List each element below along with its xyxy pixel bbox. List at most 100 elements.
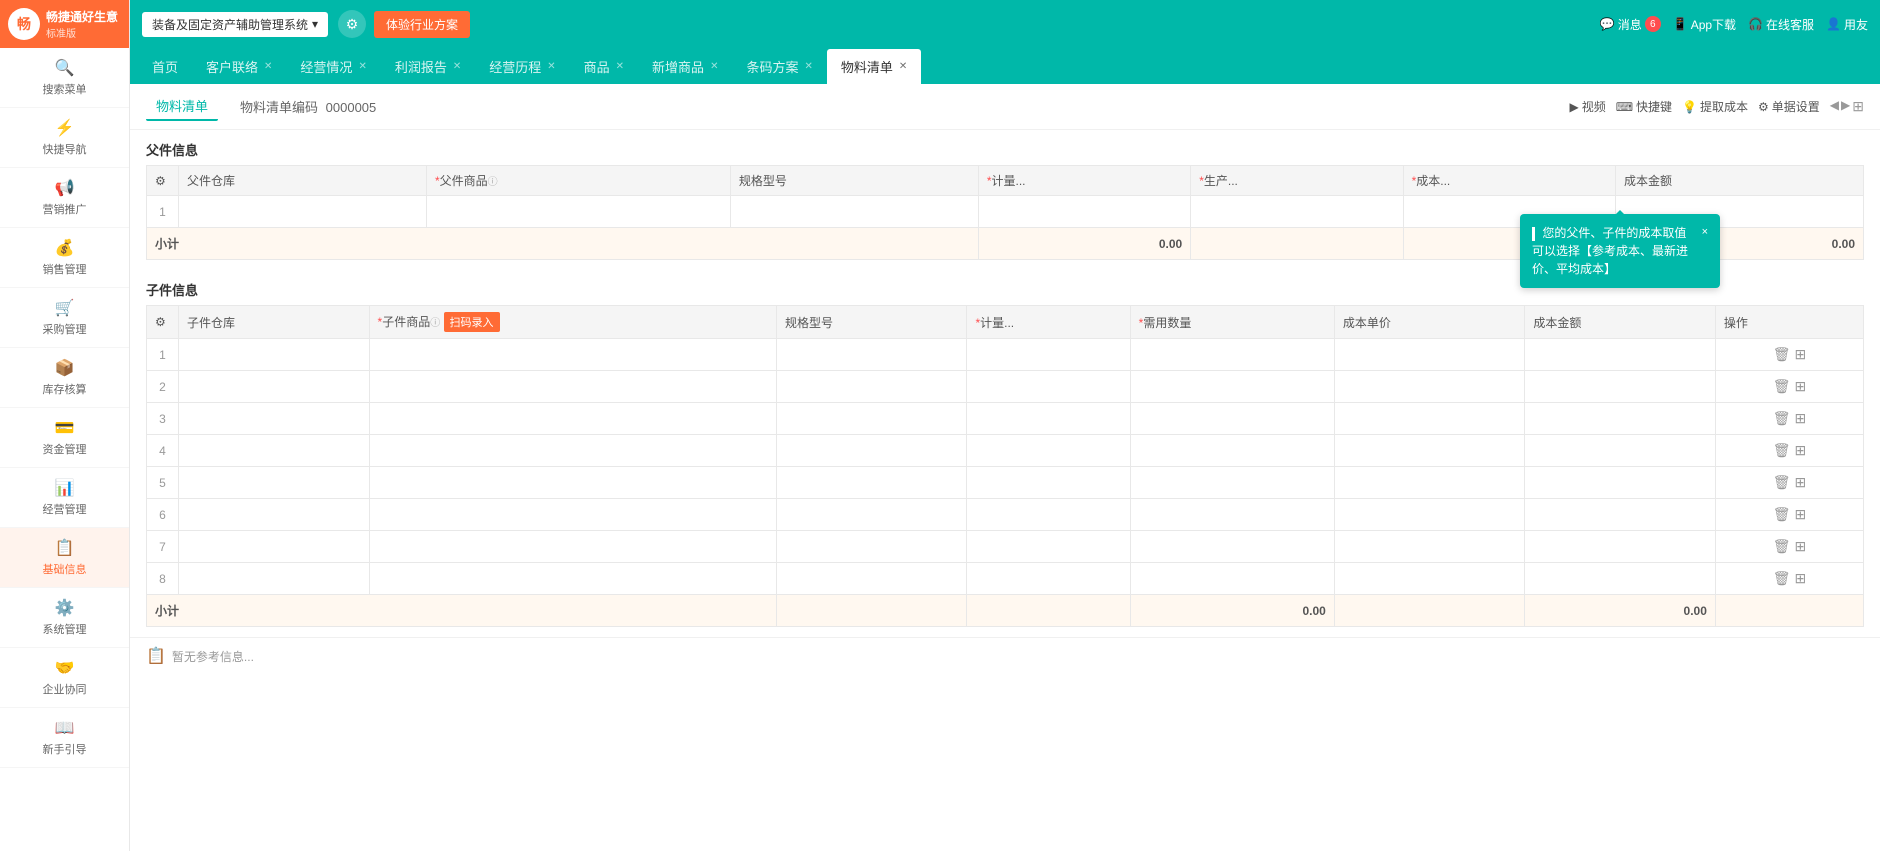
child-row-7-unit-cost[interactable] xyxy=(1334,531,1525,563)
app-download-button[interactable]: 📱 App下载 xyxy=(1673,16,1736,33)
child-row-5-unit[interactable] xyxy=(967,467,1130,499)
parent-warehouse-cell[interactable] xyxy=(179,196,427,228)
child-row-1-goods[interactable] xyxy=(369,339,776,371)
tab-barcode-close[interactable]: ✕ xyxy=(804,61,812,72)
child-row-1-unit-cost[interactable] xyxy=(1334,339,1525,371)
child-row-8-spec[interactable] xyxy=(776,563,967,595)
delete-icon-row8[interactable]: 🗑 xyxy=(1773,570,1791,587)
copy-icon-row5[interactable]: ⊞ xyxy=(1794,474,1806,491)
child-row-2-unit[interactable] xyxy=(967,371,1130,403)
child-row-2-unit-cost[interactable] xyxy=(1334,371,1525,403)
child-row-2-quantity[interactable] xyxy=(1130,371,1334,403)
child-row-3-unit[interactable] xyxy=(967,403,1130,435)
sidebar-item-operations[interactable]: 📊 经营管理 xyxy=(0,468,129,528)
child-row-6-unit[interactable] xyxy=(967,499,1130,531)
child-row-4-warehouse[interactable] xyxy=(179,435,370,467)
delete-icon-row6[interactable]: 🗑 xyxy=(1773,506,1791,523)
child-row-4-goods[interactable] xyxy=(369,435,776,467)
copy-icon-row4[interactable]: ⊞ xyxy=(1794,442,1806,459)
child-row-8-unit-cost[interactable] xyxy=(1334,563,1525,595)
delete-icon-row1[interactable]: 🗑 xyxy=(1773,346,1791,363)
child-row-5-quantity[interactable] xyxy=(1130,467,1334,499)
sidebar-item-inventory[interactable]: 📦 库存核算 xyxy=(0,348,129,408)
sidebar-item-system[interactable]: ⚙️ 系统管理 xyxy=(0,588,129,648)
child-row-7-warehouse[interactable] xyxy=(179,531,370,563)
child-row-5-unit-cost[interactable] xyxy=(1334,467,1525,499)
child-col-settings[interactable]: ⚙ xyxy=(147,306,179,339)
child-row-3-spec[interactable] xyxy=(776,403,967,435)
tab-operations-close[interactable]: ✕ xyxy=(358,61,366,72)
delete-icon-row3[interactable]: 🗑 xyxy=(1773,410,1791,427)
child-row-7-quantity[interactable] xyxy=(1130,531,1334,563)
tab-customer[interactable]: 客户联络 ✕ xyxy=(192,49,286,84)
child-row-3-goods[interactable] xyxy=(369,403,776,435)
child-row-8-goods[interactable] xyxy=(369,563,776,595)
delete-icon-row2[interactable]: 🗑 xyxy=(1773,378,1791,395)
tab-barcode[interactable]: 条码方案 ✕ xyxy=(732,49,826,84)
child-row-3-quantity[interactable] xyxy=(1130,403,1334,435)
child-row-2-goods[interactable] xyxy=(369,371,776,403)
tab-customer-close[interactable]: ✕ xyxy=(264,61,272,72)
sidebar-item-finance[interactable]: 💳 资金管理 xyxy=(0,408,129,468)
sidebar-item-marketing[interactable]: 📢 营销推广 xyxy=(0,168,129,228)
child-row-6-spec[interactable] xyxy=(776,499,967,531)
child-row-4-spec[interactable] xyxy=(776,435,967,467)
sidebar-item-purchase[interactable]: 🛒 采购管理 xyxy=(0,288,129,348)
copy-icon-row3[interactable]: ⊞ xyxy=(1794,410,1806,427)
child-row-8-cost-amount[interactable] xyxy=(1525,563,1716,595)
copy-icon-row7[interactable]: ⊞ xyxy=(1794,538,1806,555)
shortcut-button[interactable]: ⌨ 快捷键 xyxy=(1616,98,1672,115)
copy-icon-row1[interactable]: ⊞ xyxy=(1794,346,1806,363)
tab-profit[interactable]: 利润报告 ✕ xyxy=(381,49,475,84)
child-row-5-warehouse[interactable] xyxy=(179,467,370,499)
settings-button[interactable]: ⚙ xyxy=(338,10,366,38)
child-row-7-cost-amount[interactable] xyxy=(1525,531,1716,563)
parent-goods-cell[interactable] xyxy=(426,196,730,228)
child-row-7-spec[interactable] xyxy=(776,531,967,563)
copy-icon-row2[interactable]: ⊞ xyxy=(1794,378,1806,395)
child-row-1-quantity[interactable] xyxy=(1130,339,1334,371)
delete-icon-row4[interactable]: 🗑 xyxy=(1773,442,1791,459)
parent-col-settings[interactable]: ⚙ xyxy=(147,166,179,196)
child-row-4-cost-amount[interactable] xyxy=(1525,435,1716,467)
user-button[interactable]: 👤 用友 xyxy=(1826,16,1868,33)
grid-view-button[interactable]: ⊞ xyxy=(1852,98,1864,115)
online-service-button[interactable]: 🎧 在线客服 xyxy=(1748,16,1814,33)
nav-prev-button[interactable]: ◀ xyxy=(1830,98,1839,115)
child-row-6-unit-cost[interactable] xyxy=(1334,499,1525,531)
child-row-3-unit-cost[interactable] xyxy=(1334,403,1525,435)
sidebar-item-enterprise[interactable]: 🤝 企业协同 xyxy=(0,648,129,708)
sidebar-item-search[interactable]: 🔍 搜索菜单 xyxy=(0,48,129,108)
delete-icon-row5[interactable]: 🗑 xyxy=(1773,474,1791,491)
child-row-1-spec[interactable] xyxy=(776,339,967,371)
tab-bom-close[interactable]: ✕ xyxy=(899,61,907,72)
sidebar-item-sales[interactable]: 💰 销售管理 xyxy=(0,228,129,288)
child-row-2-warehouse[interactable] xyxy=(179,371,370,403)
delete-icon-row7[interactable]: 🗑 xyxy=(1773,538,1791,555)
parent-spec-cell[interactable] xyxy=(730,196,978,228)
copy-icon-row8[interactable]: ⊞ xyxy=(1794,570,1806,587)
child-row-8-unit[interactable] xyxy=(967,563,1130,595)
parent-unit-cell[interactable] xyxy=(978,196,1190,228)
child-row-1-unit[interactable] xyxy=(967,339,1130,371)
child-row-5-goods[interactable] xyxy=(369,467,776,499)
tab-bom[interactable]: 物料清单 ✕ xyxy=(827,49,921,84)
tab-home[interactable]: 首页 xyxy=(138,49,192,84)
sidebar-item-guide[interactable]: 📖 新手引导 xyxy=(0,708,129,768)
child-row-6-warehouse[interactable] xyxy=(179,499,370,531)
child-row-6-goods[interactable] xyxy=(369,499,776,531)
sidebar-item-quick-nav[interactable]: ⚡ 快捷导航 xyxy=(0,108,129,168)
child-row-5-spec[interactable] xyxy=(776,467,967,499)
sub-tab-bom-list[interactable]: 物料清单 xyxy=(146,92,218,121)
extract-cost-button[interactable]: 💡 提取成本 xyxy=(1682,98,1748,115)
child-row-3-cost-amount[interactable] xyxy=(1525,403,1716,435)
child-row-8-quantity[interactable] xyxy=(1130,563,1334,595)
scan-button[interactable]: 扫码录入 xyxy=(444,312,500,332)
child-row-4-quantity[interactable] xyxy=(1130,435,1334,467)
child-row-2-spec[interactable] xyxy=(776,371,967,403)
trial-button[interactable]: 体验行业方案 xyxy=(374,11,470,38)
child-row-1-warehouse[interactable] xyxy=(179,339,370,371)
child-row-8-warehouse[interactable] xyxy=(179,563,370,595)
view-video-button[interactable]: ▶ 视频 xyxy=(1569,98,1605,115)
child-row-2-cost-amount[interactable] xyxy=(1525,371,1716,403)
